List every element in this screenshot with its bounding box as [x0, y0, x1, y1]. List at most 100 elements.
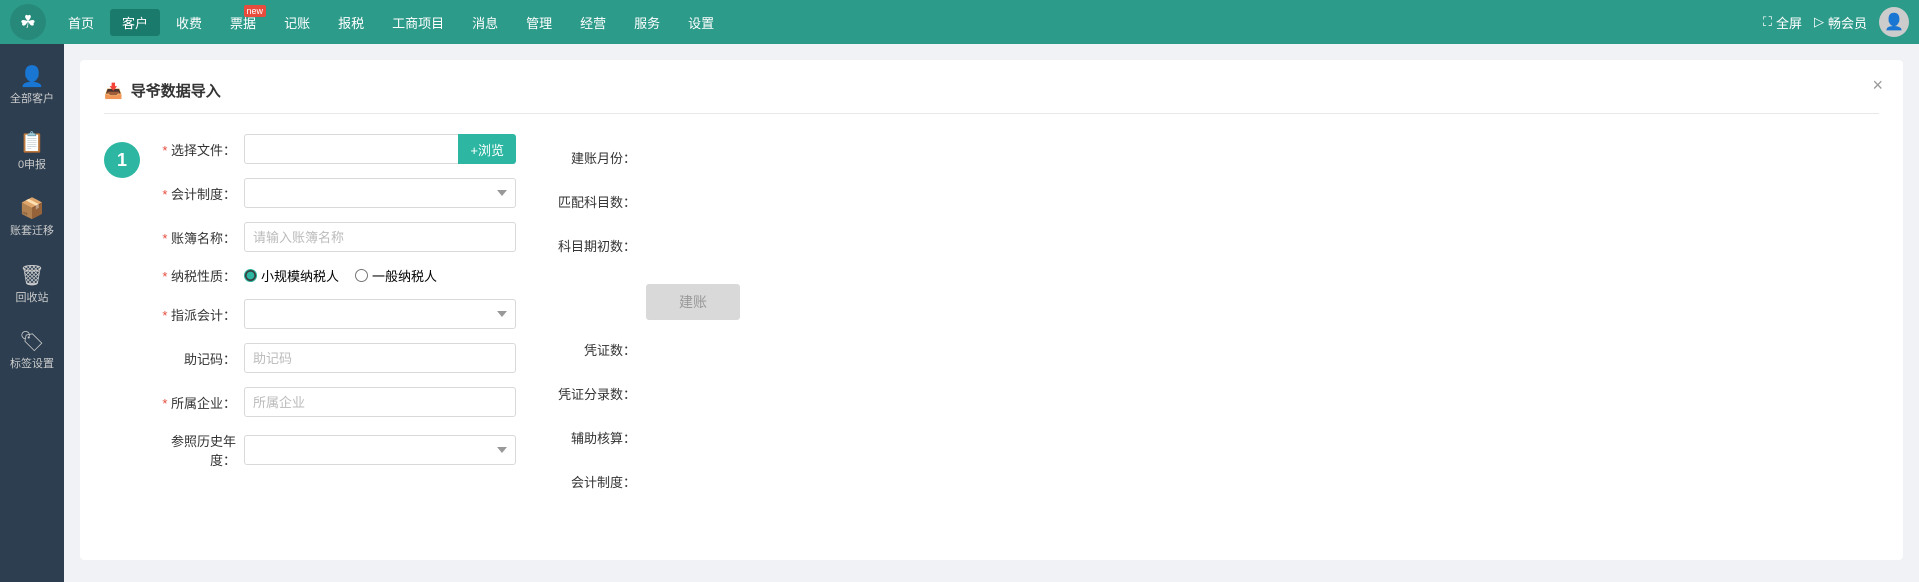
- all-customers-icon: 👤: [20, 64, 45, 89]
- declaration-icon: 📋: [20, 130, 45, 155]
- file-row: 选择文件： +浏览: [156, 134, 516, 164]
- info-match-label: 匹配科目数：: [546, 192, 636, 211]
- nav-business[interactable]: 工商项目: [380, 9, 456, 36]
- memo-input[interactable]: [244, 343, 516, 373]
- vip-label: 畅会员: [1828, 13, 1867, 32]
- year-row: 参照历史年度：: [156, 431, 516, 469]
- fullscreen-icon: ⛶: [1763, 14, 1772, 30]
- tax-radio-group: 小规模纳税人 一般纳税人: [244, 266, 437, 285]
- migration-icon: 📦: [20, 196, 45, 221]
- nav-operation[interactable]: 经营: [568, 9, 618, 36]
- fullscreen-btn[interactable]: ⛶ 全屏: [1763, 13, 1802, 32]
- file-input[interactable]: [244, 134, 458, 164]
- year-label: 参照历史年度：: [156, 431, 236, 469]
- sidebar-item-all-customers[interactable]: 👤 全部客户: [0, 54, 64, 116]
- browse-button[interactable]: +浏览: [458, 134, 516, 164]
- tax-general-radio[interactable]: [355, 269, 368, 282]
- sidebar: 👤 全部客户 📋 0申报 📦 账套迁移 🗑 回收站 🏷 标签设置: [0, 44, 64, 582]
- accounting-select[interactable]: [244, 178, 516, 208]
- build-button[interactable]: 建账: [646, 284, 740, 320]
- layout: 👤 全部客户 📋 0申报 📦 账套迁移 🗑 回收站 🏷 标签设置 📥 导爷数据导…: [0, 44, 1919, 582]
- sidebar-item-label-all-customers: 全部客户: [10, 93, 54, 106]
- sidebar-item-migration[interactable]: 📦 账套迁移: [0, 186, 64, 248]
- form-fields: 选择文件： +浏览 会计制度：: [156, 134, 516, 469]
- company-row: 所属企业：: [156, 387, 516, 417]
- sidebar-item-label-declaration: 0申报: [18, 159, 46, 172]
- accountant-select[interactable]: [244, 299, 516, 329]
- file-label: 选择文件：: [156, 140, 236, 159]
- info-init-label: 科目期初数：: [546, 236, 636, 255]
- nav-bookkeeping[interactable]: 记账: [272, 9, 322, 36]
- new-badge: new: [244, 5, 267, 17]
- step-badge: 1: [104, 142, 140, 178]
- accountant-label: 指派会计：: [156, 305, 236, 324]
- sidebar-item-declaration[interactable]: 📋 0申报: [0, 120, 64, 182]
- info-month-label: 建账月份：: [546, 148, 636, 167]
- memo-row: 助记码：: [156, 343, 516, 373]
- sidebar-item-label-migration: 账套迁移: [10, 225, 54, 238]
- main-content: 📥 导爷数据导入 × 1 选择文件： +浏览: [64, 44, 1919, 582]
- vip-btn[interactable]: ▷ 畅会员: [1814, 13, 1867, 32]
- sidebar-item-trash[interactable]: 🗑 回收站: [0, 253, 64, 315]
- accounting-label: 会计制度：: [156, 184, 236, 203]
- memo-label: 助记码：: [156, 349, 236, 368]
- accountant-row: 指派会计：: [156, 299, 516, 329]
- logo-icon: ☘: [20, 12, 36, 33]
- nav-customer[interactable]: 客户: [110, 9, 160, 36]
- ledger-label: 账簿名称：: [156, 228, 236, 247]
- info-init-row: 科目期初数：: [546, 230, 1879, 260]
- sidebar-item-label-tags: 标签设置: [10, 358, 54, 371]
- sidebar-item-label-trash: 回收站: [16, 292, 49, 305]
- fullscreen-label: 全屏: [1776, 13, 1802, 32]
- nav-invoice[interactable]: 票据 new: [218, 9, 268, 36]
- nav-tax[interactable]: 报税: [326, 9, 376, 36]
- info-voucher-entries-label: 凭证分录数：: [546, 384, 636, 403]
- vip-icon: ▷: [1814, 14, 1824, 30]
- info-voucher-row: 凭证数：: [546, 334, 1879, 364]
- accounting-row: 会计制度：: [156, 178, 516, 208]
- panel-close-button[interactable]: ×: [1872, 76, 1883, 94]
- info-voucher-entries-row: 凭证分录数：: [546, 378, 1879, 408]
- panel-header: 📥 导爷数据导入: [104, 80, 1879, 114]
- nav-service[interactable]: 服务: [622, 9, 672, 36]
- info-month-row: 建账月份：: [546, 142, 1879, 172]
- top-nav: ☘ 首页 客户 收费 票据 new 记账 报税 工商项目 消息 管理 经营 服务…: [0, 0, 1919, 44]
- ledger-input[interactable]: [244, 222, 516, 252]
- nav-settings[interactable]: 设置: [676, 9, 726, 36]
- form-body: 1 选择文件： +浏览 会计制度：: [104, 134, 1879, 496]
- tags-icon: 🏷: [19, 329, 44, 354]
- tax-general[interactable]: 一般纳税人: [355, 266, 437, 285]
- company-label: 所属企业：: [156, 393, 236, 412]
- tax-general-label: 一般纳税人: [372, 266, 437, 285]
- tax-small[interactable]: 小规模纳税人: [244, 266, 339, 285]
- tax-small-label: 小规模纳税人: [261, 266, 339, 285]
- info-voucher-label: 凭证数：: [546, 340, 636, 359]
- info-aux-label: 辅助核算：: [546, 428, 636, 447]
- file-input-wrap: +浏览: [244, 134, 516, 164]
- sidebar-item-tags[interactable]: 🏷 标签设置: [0, 319, 64, 381]
- info-accounting-system-row: 会计制度：: [546, 466, 1879, 496]
- info-accounting-system-label: 会计制度：: [546, 472, 636, 491]
- info-match-row: 匹配科目数：: [546, 186, 1879, 216]
- tax-row: 纳税性质： 小规模纳税人 一般纳税人: [156, 266, 516, 285]
- nav-home[interactable]: 首页: [56, 9, 106, 36]
- form-left: 1 选择文件： +浏览 会计制度：: [104, 134, 516, 496]
- info-aux-row: 辅助核算：: [546, 422, 1879, 452]
- info-panel: 建账月份： 匹配科目数： 科目期初数： 建账: [546, 134, 1879, 496]
- tax-label: 纳税性质：: [156, 266, 236, 285]
- logo[interactable]: ☘: [10, 4, 46, 40]
- panel-title-icon: 📥: [104, 82, 123, 100]
- nav-right: ⛶ 全屏 ▷ 畅会员 👤: [1763, 7, 1909, 37]
- avatar[interactable]: 👤: [1879, 7, 1909, 37]
- panel-title: 导爷数据导入: [131, 80, 221, 101]
- company-input[interactable]: [244, 387, 516, 417]
- panel: 📥 导爷数据导入 × 1 选择文件： +浏览: [80, 60, 1903, 560]
- nav-items: 首页 客户 收费 票据 new 记账 报税 工商项目 消息 管理 经营 服务 设…: [56, 9, 1763, 36]
- nav-message[interactable]: 消息: [460, 9, 510, 36]
- trash-icon: 🗑: [19, 263, 44, 288]
- year-select[interactable]: [244, 435, 516, 465]
- tax-small-radio[interactable]: [244, 269, 257, 282]
- nav-fee[interactable]: 收费: [164, 9, 214, 36]
- ledger-row: 账簿名称：: [156, 222, 516, 252]
- nav-management[interactable]: 管理: [514, 9, 564, 36]
